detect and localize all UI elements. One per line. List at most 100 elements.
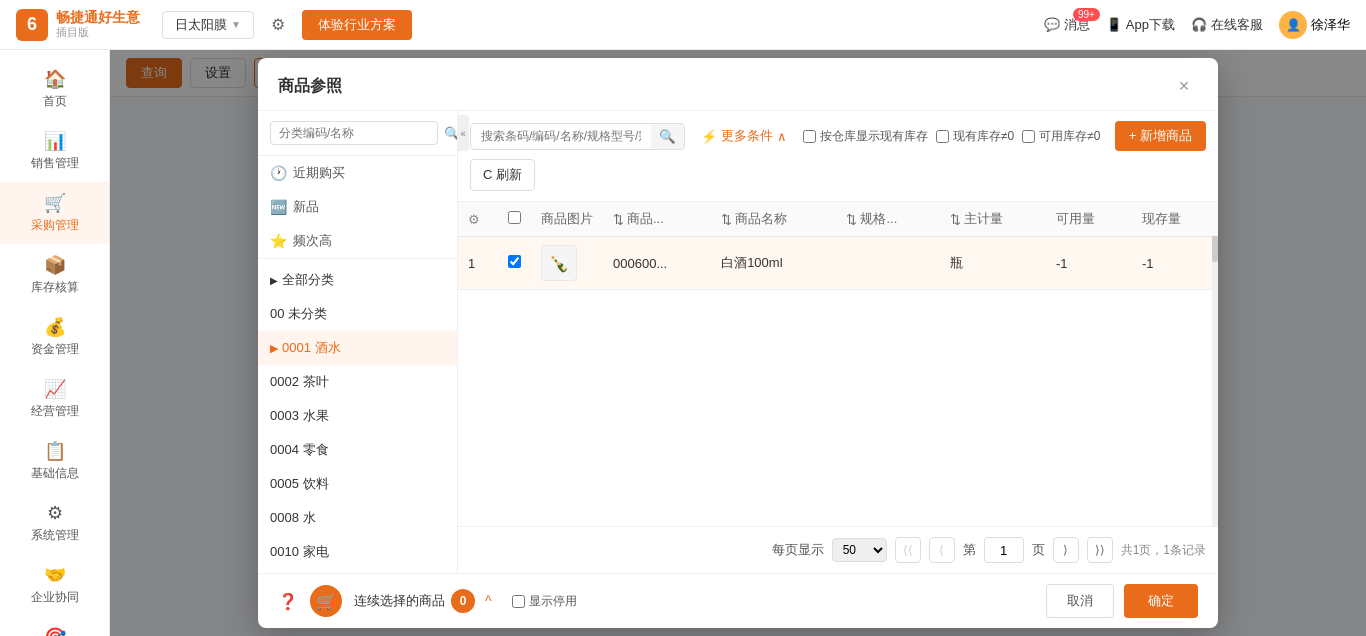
collapse-panel-button[interactable]: «: [457, 115, 469, 151]
filter-button[interactable]: ⚡ 更多条件 ∧: [693, 123, 795, 149]
cat-item-snack[interactable]: 0004 零食: [258, 433, 457, 467]
row-checkbox[interactable]: [508, 255, 521, 268]
product-pagination: 每页显示 50 10 20 100 ⟨⟨ ⟨ 第 页: [458, 526, 1218, 573]
show-disabled-label[interactable]: 显示停用: [512, 593, 577, 610]
stock-nonzero-checkbox[interactable]: [936, 130, 949, 143]
cat-item-tea[interactable]: 0002 茶叶: [258, 365, 457, 399]
th-check: [498, 202, 531, 237]
app-download-label: App下载: [1126, 16, 1175, 34]
th-code[interactable]: ⇅ 商品...: [603, 202, 711, 237]
sidebar-item-info[interactable]: 📋 基础信息: [0, 430, 109, 492]
sidebar-item-guide[interactable]: 🎯 新手引导: [0, 616, 109, 636]
sort-icon: ⇅: [613, 212, 624, 227]
quick-links: 🕐 近期购买 🆕 新品 ⭐ 频次高: [258, 156, 457, 259]
warehouse-checkbox-label[interactable]: 按仓库显示现有库存: [803, 128, 928, 145]
product-search-input[interactable]: [471, 124, 651, 148]
warehouse-checkbox[interactable]: [803, 130, 816, 143]
sidebar-item-label: 企业协同: [31, 589, 79, 606]
collab-icon: 🤝: [44, 564, 66, 586]
store-selector[interactable]: 日太阳膜 ▼: [162, 11, 254, 39]
sidebar-item-sales[interactable]: 📊 销售管理: [0, 120, 109, 182]
close-button[interactable]: ×: [1170, 72, 1198, 100]
online-service-item[interactable]: 🎧 在线客服: [1191, 16, 1263, 34]
th-num: ⚙: [458, 202, 498, 237]
row-img: 🍾: [531, 237, 603, 290]
purchase-icon: 🛒: [44, 192, 66, 214]
filter-label: 更多条件: [721, 127, 773, 145]
available-nonzero-checkbox[interactable]: [1022, 130, 1035, 143]
category-search-input[interactable]: [270, 121, 438, 145]
cancel-button[interactable]: 取消: [1046, 584, 1114, 618]
star-icon: ⭐: [270, 233, 287, 249]
sidebar-item-collab[interactable]: 🤝 企业协同: [0, 554, 109, 616]
first-page-button[interactable]: ⟨⟨: [895, 537, 921, 563]
last-page-button[interactable]: ⟩⟩: [1087, 537, 1113, 563]
cat-label: 0004 零食: [270, 441, 329, 459]
user-menu[interactable]: 👤 徐泽华: [1279, 11, 1350, 39]
mobile-icon: 📱: [1106, 17, 1122, 32]
select-all-checkbox[interactable]: [508, 211, 521, 224]
th-stock[interactable]: 现存量: [1132, 202, 1218, 237]
th-spec[interactable]: ⇅ 规格...: [836, 202, 939, 237]
confirm-button[interactable]: 确定: [1124, 584, 1198, 618]
arrow-icon: ▶: [270, 275, 278, 286]
quick-link-label: 新品: [293, 198, 319, 216]
row-check[interactable]: [498, 237, 531, 290]
sidebar-item-home[interactable]: 🏠 首页: [0, 58, 109, 120]
table-body: 1 🍾 000600... 白酒100ml: [458, 237, 1218, 290]
show-disabled-checkbox[interactable]: [512, 595, 525, 608]
page-input[interactable]: [984, 537, 1024, 563]
prev-page-button[interactable]: ⟨: [929, 537, 955, 563]
product-search-box: 🔍: [470, 123, 685, 150]
messages-icon-item[interactable]: 💬 消息 99: [1044, 16, 1090, 34]
stock-nonzero-checkbox-label[interactable]: 现有库存≠0: [936, 128, 1014, 145]
refresh-button[interactable]: C 刷新: [470, 159, 535, 191]
table-row[interactable]: 1 🍾 000600... 白酒100ml: [458, 237, 1218, 290]
cat-item-water[interactable]: 0008 水: [258, 501, 457, 535]
available-nonzero-checkbox-label[interactable]: 可用库存≠0: [1022, 128, 1100, 145]
help-icon[interactable]: ❓: [278, 592, 298, 611]
th-available[interactable]: 可用量: [1046, 202, 1132, 237]
modal-title: 商品参照: [278, 76, 342, 97]
product-modal: 商品参照 × 🔍 « 🕐: [258, 58, 1218, 628]
app-download-item[interactable]: 📱 App下载: [1106, 16, 1175, 34]
sidebar-item-system[interactable]: ⚙ 系统管理: [0, 492, 109, 554]
cat-label: 0001 酒水: [282, 339, 341, 357]
sidebar-item-purchase[interactable]: 🛒 采购管理: [0, 182, 109, 244]
row-stock: -1: [1132, 237, 1218, 290]
finance-icon: 💰: [44, 316, 66, 338]
row-num: 1: [458, 237, 498, 290]
trial-button[interactable]: 体验行业方案: [302, 10, 412, 40]
cat-item-uncategorized[interactable]: 00 未分类: [258, 297, 457, 331]
sidebar-item-label: 销售管理: [31, 155, 79, 172]
quick-link-recent[interactable]: 🕐 近期购买: [258, 156, 457, 190]
message-badge: 99: [1073, 8, 1100, 21]
cat-item-fruit[interactable]: 0003 水果: [258, 399, 457, 433]
th-unit[interactable]: ⇅ 主计量: [940, 202, 1046, 237]
quick-link-new[interactable]: 🆕 新品: [258, 190, 457, 224]
cat-item-liquor[interactable]: ▶ 0001 酒水: [258, 331, 457, 365]
sidebar-item-business[interactable]: 📈 经营管理: [0, 368, 109, 430]
table-scrollbar[interactable]: [1212, 202, 1218, 526]
chevron-up-icon[interactable]: ^: [485, 593, 492, 609]
quick-link-label: 频次高: [293, 232, 332, 250]
page-size-select[interactable]: 50 10 20 100: [832, 538, 887, 562]
add-product-button[interactable]: + 新增商品: [1115, 121, 1206, 151]
row-name: 白酒100ml: [711, 237, 836, 290]
th-name[interactable]: ⇅ 商品名称: [711, 202, 836, 237]
continuous-select[interactable]: 连续选择的商品 0 ^: [354, 589, 492, 613]
cat-all-item[interactable]: ▶ 全部分类: [258, 263, 457, 297]
cart-button[interactable]: 🛒: [310, 585, 342, 617]
chevron-down-icon: ▼: [231, 19, 241, 30]
next-page-button[interactable]: ⟩: [1053, 537, 1079, 563]
gear-icon[interactable]: ⚙: [262, 9, 294, 41]
warehouse-label: 按仓库显示现有库存: [820, 128, 928, 145]
cat-item-appliance[interactable]: 0010 家电: [258, 535, 457, 569]
search-button[interactable]: 🔍: [651, 124, 684, 149]
quick-link-frequent[interactable]: ⭐ 频次高: [258, 224, 457, 258]
gear-icon[interactable]: ⚙: [468, 212, 480, 227]
cat-item-drinks[interactable]: 0005 饮料: [258, 467, 457, 501]
sidebar-item-inventory[interactable]: 📦 库存核算: [0, 244, 109, 306]
sidebar-item-finance[interactable]: 💰 资金管理: [0, 306, 109, 368]
filter-icon: ⚡: [701, 129, 717, 144]
